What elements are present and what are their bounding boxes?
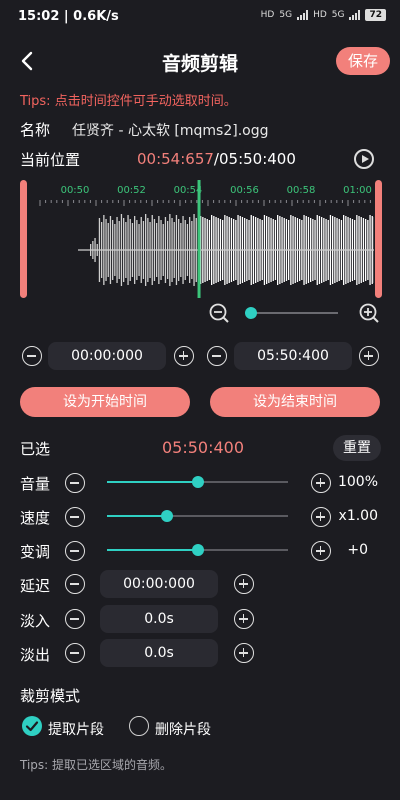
volume-value: 100% <box>337 474 378 490</box>
zoom-out-icon[interactable] <box>208 302 230 324</box>
speed-slider-fill <box>107 515 167 517</box>
battery-icon: 72 <box>365 9 386 21</box>
network-5g-icon: 5G <box>279 10 293 20</box>
hd-icon: HD <box>260 10 275 20</box>
fade-out-field[interactable]: 0.0s <box>100 639 218 667</box>
speed-slider-track[interactable] <box>107 510 288 522</box>
fade-out-label: 淡出 <box>20 646 51 664</box>
start-handle[interactable] <box>20 180 27 298</box>
speed-label: 速度 <box>20 509 51 527</box>
volume-minus-icon[interactable] <box>65 473 85 493</box>
pitch-value: +0 <box>347 542 368 558</box>
file-name-label: 名称 <box>20 121 51 139</box>
zoom-slider-track[interactable] <box>250 312 338 314</box>
tips-top: Tips: 点击时间控件可手动选取时间。 <box>20 94 237 109</box>
fade-in-label: 淡入 <box>20 612 51 630</box>
save-button[interactable]: 保存 <box>336 47 390 75</box>
fade-out-plus-icon[interactable] <box>234 643 254 663</box>
delete-option-label[interactable]: 删除片段 <box>155 719 211 739</box>
fade-out-minus-icon[interactable] <box>65 643 85 663</box>
time-tick-label: 00:52 <box>117 185 146 196</box>
tips-bottom: Tips: 提取已选区域的音频。 <box>20 758 173 772</box>
time-tick-label: 00:58 <box>287 185 316 196</box>
time-tick-label: 00:56 <box>230 185 259 196</box>
set-start-button[interactable]: 设为开始时间 <box>20 387 190 417</box>
pitch-minus-icon[interactable] <box>65 541 85 561</box>
signal-icon <box>297 10 309 20</box>
end-time-field[interactable]: 05:50:400 <box>234 342 352 370</box>
volume-slider-thumb[interactable] <box>191 476 204 488</box>
position-current: 00:54:657 <box>137 150 214 168</box>
waveform: 00:50 00:52 00:54 00:56 00:58 01:00 <box>39 180 374 298</box>
start-minus-icon[interactable] <box>22 346 42 366</box>
pitch-slider-fill <box>107 549 198 551</box>
pitch-slider-thumb[interactable] <box>191 544 204 556</box>
network-5g-icon-2: 5G <box>331 10 345 20</box>
delay-plus-icon[interactable] <box>234 574 254 594</box>
start-time-field[interactable]: 00:00:000 <box>48 342 166 370</box>
volume-slider-track[interactable] <box>107 476 288 488</box>
speed-minus-icon[interactable] <box>65 507 85 527</box>
fade-in-plus-icon[interactable] <box>234 609 254 629</box>
extract-option-label[interactable]: 提取片段 <box>48 719 104 739</box>
pitch-label: 变调 <box>20 543 51 561</box>
status-bar: 15:02 | 0.6K/s HD 5G HD 5G 72 <box>0 0 400 34</box>
selected-label: 已选 <box>20 440 51 458</box>
playhead[interactable] <box>197 180 201 298</box>
delay-label: 延迟 <box>20 577 51 595</box>
crop-mode-label: 裁剪模式 <box>20 687 81 705</box>
fade-in-minus-icon[interactable] <box>65 609 85 629</box>
waveform-panel[interactable]: 00:50 00:52 00:54 00:56 00:58 01:00 <box>20 180 382 298</box>
end-handle[interactable] <box>375 180 382 298</box>
end-plus-icon[interactable] <box>359 346 379 366</box>
time-tick-label: 01:00 <box>343 185 372 196</box>
position-label: 当前位置 <box>20 151 81 169</box>
status-icons: HD 5G HD 5G 72 <box>261 9 386 21</box>
signal-icon-2 <box>349 10 361 20</box>
extract-radio-checked-icon[interactable] <box>22 716 42 736</box>
pitch-slider-track[interactable] <box>107 544 288 556</box>
status-time: 15:02 | 0.6K/s <box>18 9 119 24</box>
delay-field[interactable]: 00:00:000 <box>100 570 218 598</box>
fade-in-field[interactable]: 0.0s <box>100 605 218 633</box>
speed-value: x1.00 <box>338 508 378 524</box>
reset-button[interactable]: 重置 <box>333 435 381 461</box>
position-value: 00:54:657/05:50:400 <box>137 150 296 168</box>
zoom-slider-thumb[interactable] <box>245 307 257 319</box>
volume-slider-fill <box>107 481 198 483</box>
start-plus-icon[interactable] <box>174 346 194 366</box>
zoom-in-icon[interactable] <box>358 302 380 324</box>
set-end-button[interactable]: 设为结束时间 <box>210 387 380 417</box>
speed-slider-thumb[interactable] <box>160 510 173 522</box>
position-total: /05:50:400 <box>213 150 296 168</box>
selected-value: 05:50:400 <box>162 438 245 457</box>
hd-icon-2: HD <box>313 10 327 20</box>
volume-label: 音量 <box>20 475 51 493</box>
delete-radio-icon[interactable] <box>129 716 149 736</box>
delay-minus-icon[interactable] <box>65 574 85 594</box>
play-icon[interactable] <box>354 149 374 169</box>
end-minus-icon[interactable] <box>207 346 227 366</box>
time-tick-label: 00:50 <box>61 185 90 196</box>
file-name-value: 任贤齐 - 心太软 [mqms2].ogg <box>72 123 269 139</box>
